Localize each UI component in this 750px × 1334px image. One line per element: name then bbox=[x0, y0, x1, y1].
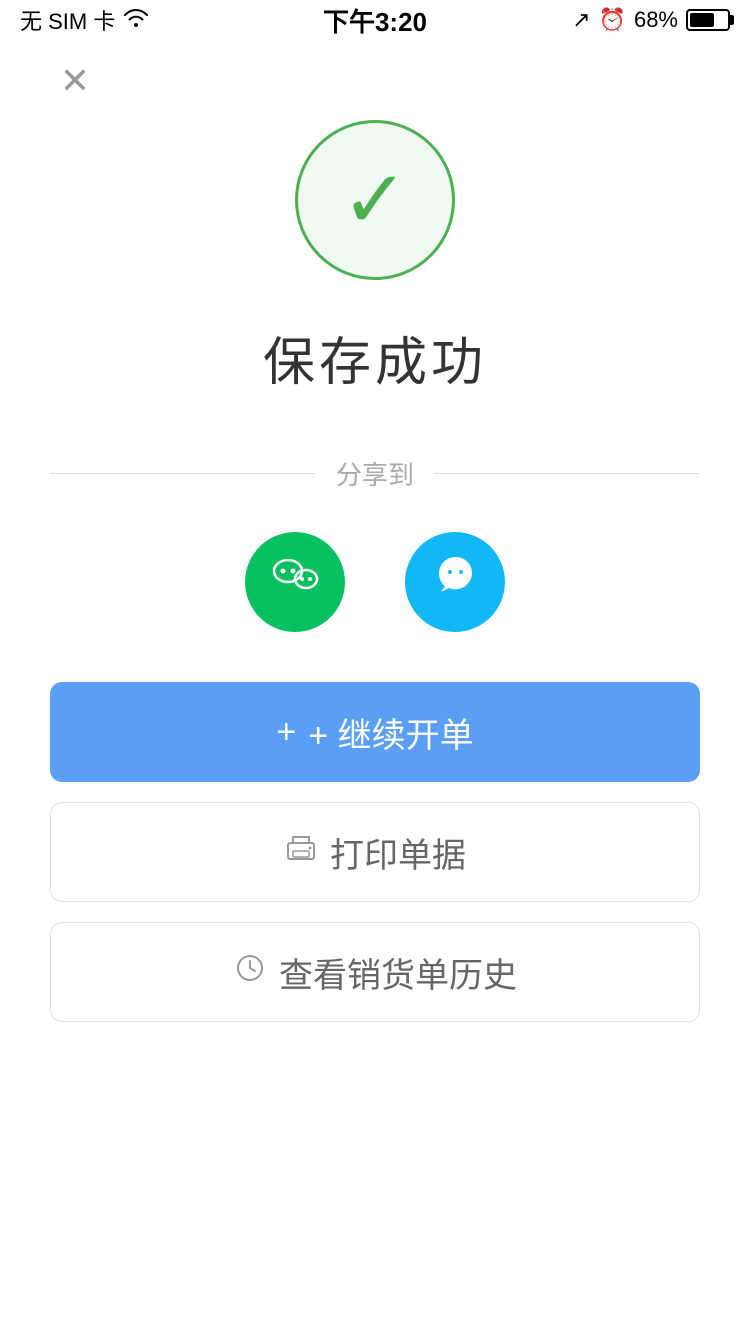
battery-icon bbox=[686, 9, 730, 31]
wifi-icon bbox=[123, 7, 149, 33]
wechat-icon bbox=[268, 549, 323, 616]
divider-right bbox=[434, 473, 700, 474]
divider-left bbox=[50, 473, 316, 474]
print-label: 打印单据 bbox=[330, 828, 466, 877]
close-button[interactable]: ✕ bbox=[50, 56, 100, 106]
share-divider-row: 分享到 bbox=[50, 455, 700, 492]
history-button[interactable]: 查看销货单历史 bbox=[50, 922, 700, 1022]
success-title: 保存成功 bbox=[263, 320, 487, 395]
status-right: ↗ ⏰ 68% bbox=[572, 7, 730, 33]
checkmark-icon: ✓ bbox=[341, 160, 408, 240]
qq-share-button[interactable] bbox=[405, 532, 505, 632]
wechat-share-button[interactable] bbox=[245, 532, 345, 632]
share-section: 分享到 bbox=[0, 455, 750, 632]
sim-status: 无 SIM 卡 bbox=[20, 4, 115, 36]
continue-button[interactable]: + + 继续开单 bbox=[50, 682, 700, 782]
close-icon: ✕ bbox=[60, 63, 90, 99]
continue-label: + 继续开单 bbox=[308, 708, 473, 757]
history-label: 查看销货单历史 bbox=[279, 948, 517, 997]
main-content: ✓ 保存成功 分享到 bbox=[0, 40, 750, 1042]
share-icons-row bbox=[50, 532, 700, 632]
share-label: 分享到 bbox=[336, 455, 414, 492]
action-buttons: + + 继续开单 打印单据 查看销货单历 bbox=[0, 682, 750, 1042]
status-bar: 无 SIM 卡 下午3:20 ↗ ⏰ 68% bbox=[0, 0, 750, 40]
location-icon: ↗ bbox=[572, 7, 590, 33]
plus-icon: + bbox=[276, 713, 296, 752]
success-circle: ✓ bbox=[295, 120, 455, 280]
alarm-icon: ⏰ bbox=[599, 7, 626, 33]
print-icon bbox=[284, 831, 318, 873]
print-button[interactable]: 打印单据 bbox=[50, 802, 700, 902]
status-time: 下午3:20 bbox=[323, 2, 427, 39]
qq-icon bbox=[428, 549, 483, 616]
battery-percent: 68% bbox=[634, 7, 678, 33]
history-icon bbox=[233, 951, 267, 994]
status-left: 无 SIM 卡 bbox=[20, 4, 149, 36]
